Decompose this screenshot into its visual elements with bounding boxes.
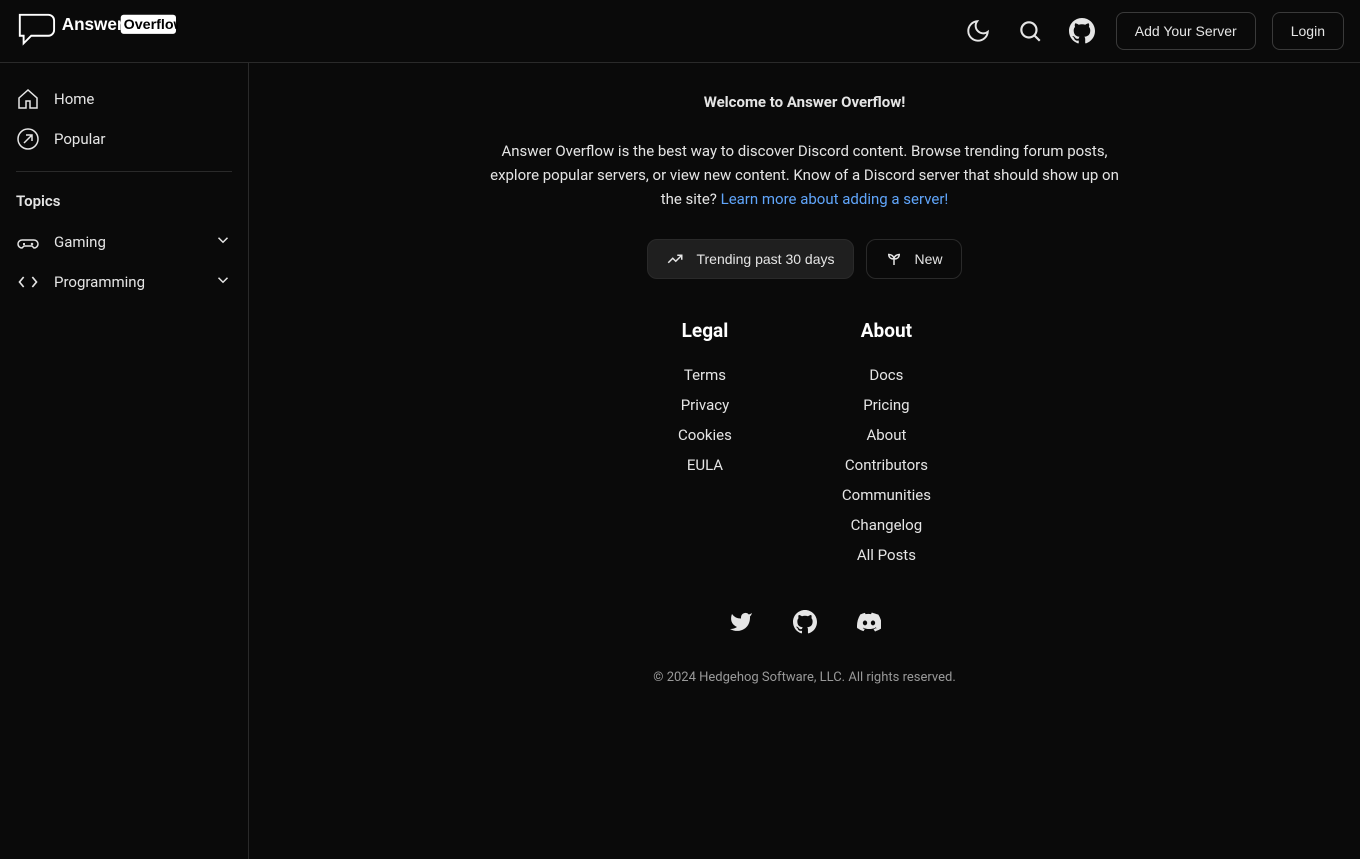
footer-link-docs[interactable]: Docs bbox=[842, 360, 931, 390]
footer-link-allposts[interactable]: All Posts bbox=[842, 540, 931, 570]
sidebar-item-home[interactable]: Home bbox=[16, 79, 232, 119]
footer-col-legal: Legal Terms Privacy Cookies EULA bbox=[678, 319, 732, 570]
footer-link-about[interactable]: About bbox=[842, 420, 931, 450]
welcome-text: Answer Overflow is the best way to disco… bbox=[485, 139, 1125, 211]
topics-heading: Topics bbox=[16, 184, 232, 222]
sidebar-item-label: Home bbox=[54, 90, 94, 108]
github-link[interactable] bbox=[1064, 13, 1100, 49]
welcome-section: Welcome to Answer Overflow! Answer Overf… bbox=[485, 93, 1125, 211]
footer-link-communities[interactable]: Communities bbox=[842, 480, 931, 510]
home-icon bbox=[16, 87, 40, 111]
footer-link-eula[interactable]: EULA bbox=[678, 450, 732, 480]
code-icon bbox=[16, 270, 40, 294]
footer-col-about: About Docs Pricing About Contributors Co… bbox=[842, 319, 931, 570]
svg-text:Overflow: Overflow bbox=[124, 17, 178, 33]
footer-link-pricing[interactable]: Pricing bbox=[842, 390, 931, 420]
chevron-down-icon bbox=[214, 231, 232, 253]
sidebar-item-popular[interactable]: Popular bbox=[16, 119, 232, 159]
arrow-up-right-icon bbox=[16, 127, 40, 151]
github-icon bbox=[793, 610, 817, 634]
twitter-icon bbox=[729, 610, 753, 634]
gamepad-icon bbox=[16, 230, 40, 254]
login-button[interactable]: Login bbox=[1272, 12, 1344, 50]
moon-icon bbox=[965, 18, 991, 44]
header-actions: Add Your Server Login bbox=[960, 12, 1344, 50]
github-icon bbox=[1069, 18, 1095, 44]
discord-icon bbox=[857, 610, 881, 634]
footer-link-contributors[interactable]: Contributors bbox=[842, 450, 931, 480]
logo[interactable]: Answer Overflow bbox=[16, 11, 178, 51]
sidebar: Home Popular Topics Gaming bbox=[0, 63, 249, 859]
footer-link-privacy[interactable]: Privacy bbox=[678, 390, 732, 420]
filter-label: New bbox=[915, 251, 943, 267]
topic-item-gaming[interactable]: Gaming bbox=[16, 222, 232, 262]
trending-up-icon bbox=[666, 250, 684, 268]
footer-links: Legal Terms Privacy Cookies EULA About D… bbox=[265, 319, 1344, 570]
social-github[interactable] bbox=[793, 610, 817, 638]
add-server-button[interactable]: Add Your Server bbox=[1116, 12, 1256, 50]
social-discord[interactable] bbox=[857, 610, 881, 638]
footer-link-terms[interactable]: Terms bbox=[678, 360, 732, 390]
header: Answer Overflow Add Your Server Login bbox=[0, 0, 1360, 63]
topic-label: Gaming bbox=[54, 233, 106, 251]
search-button[interactable] bbox=[1012, 13, 1048, 49]
topic-item-programming[interactable]: Programming bbox=[16, 262, 232, 302]
footer-heading-legal: Legal bbox=[678, 319, 732, 342]
sidebar-item-label: Popular bbox=[54, 130, 106, 148]
filter-new[interactable]: New bbox=[866, 239, 962, 279]
sidebar-divider bbox=[16, 171, 232, 172]
svg-text:Answer: Answer bbox=[62, 14, 124, 34]
theme-toggle[interactable] bbox=[960, 13, 996, 49]
main-content: Welcome to Answer Overflow! Answer Overf… bbox=[249, 63, 1360, 859]
footer-link-changelog[interactable]: Changelog bbox=[842, 510, 931, 540]
social-twitter[interactable] bbox=[729, 610, 753, 638]
filter-trending[interactable]: Trending past 30 days bbox=[647, 239, 853, 279]
sprout-icon bbox=[885, 250, 903, 268]
filter-row: Trending past 30 days New bbox=[647, 239, 961, 279]
search-icon bbox=[1017, 18, 1043, 44]
footer-link-cookies[interactable]: Cookies bbox=[678, 420, 732, 450]
learn-more-link[interactable]: Learn more about adding a server! bbox=[721, 190, 949, 208]
topic-label: Programming bbox=[54, 273, 145, 291]
social-row bbox=[265, 610, 1344, 638]
copyright: © 2024 Hedgehog Software, LLC. All right… bbox=[265, 670, 1344, 685]
layout: Home Popular Topics Gaming bbox=[0, 63, 1360, 859]
chevron-down-icon bbox=[214, 271, 232, 293]
filter-label: Trending past 30 days bbox=[696, 251, 834, 267]
footer-heading-about: About bbox=[842, 319, 931, 342]
welcome-title: Welcome to Answer Overflow! bbox=[485, 93, 1125, 111]
